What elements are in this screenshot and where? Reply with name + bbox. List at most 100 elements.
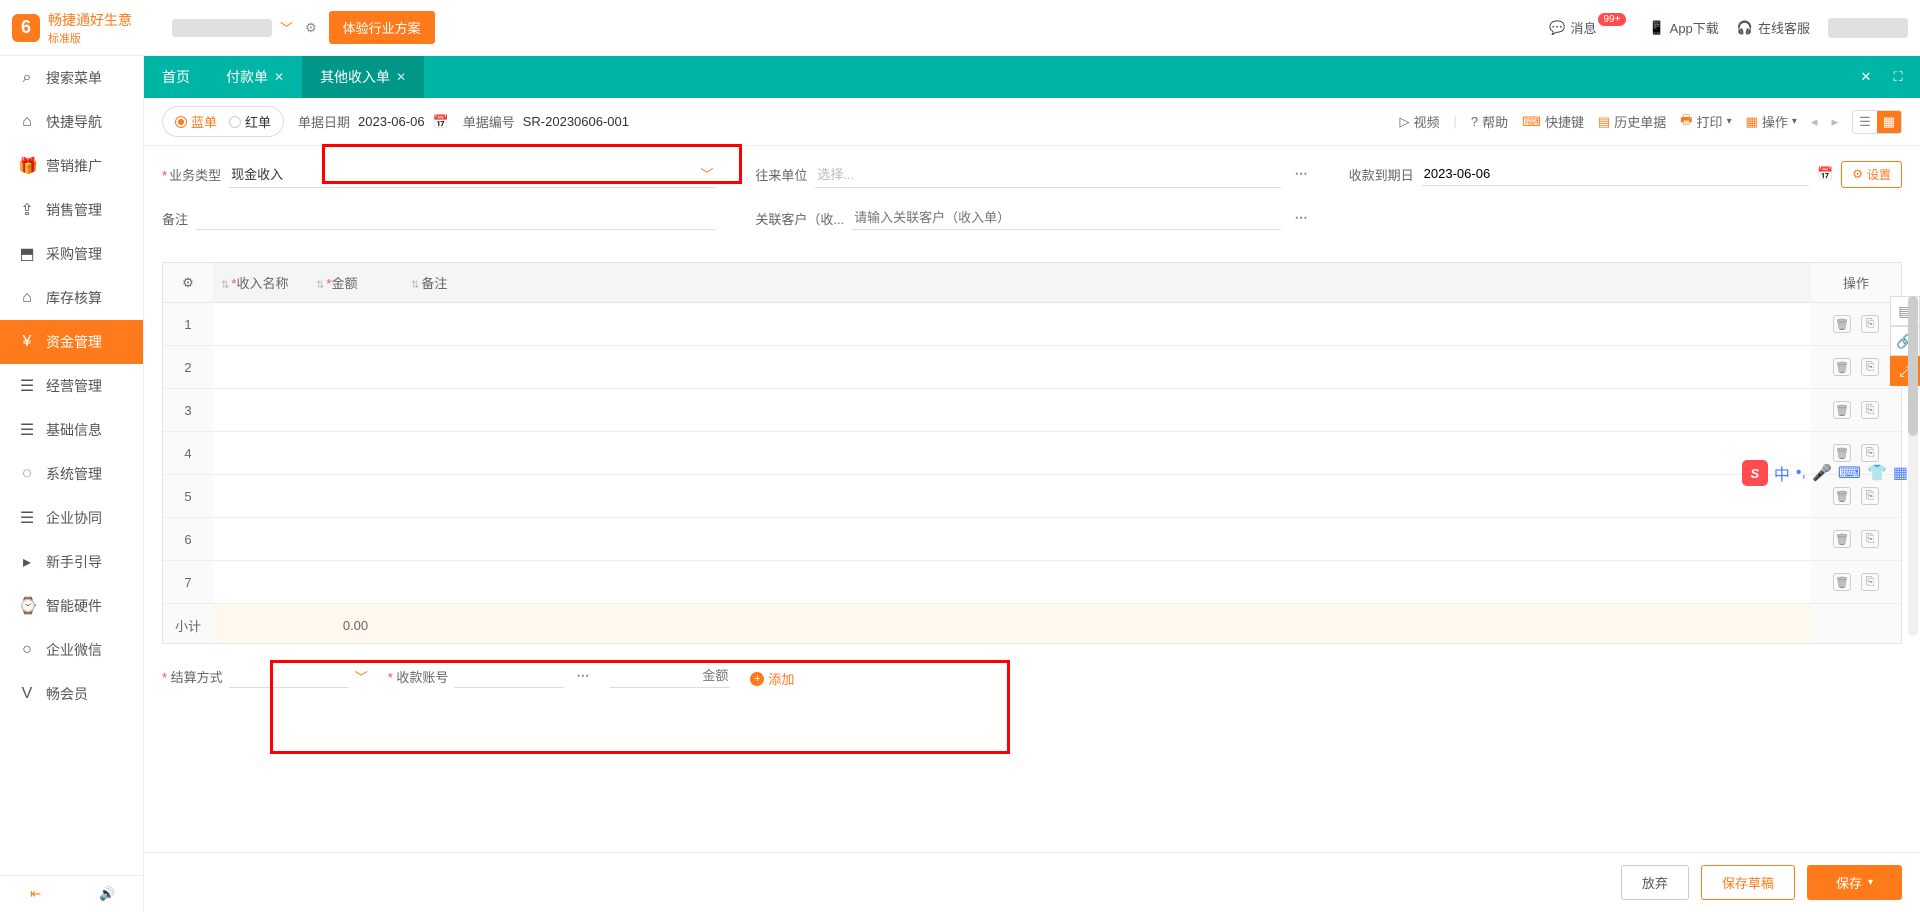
- calendar-icon[interactable]: 📅: [1817, 166, 1833, 182]
- remark-cell[interactable]: [403, 432, 1811, 475]
- copy-row-icon[interactable]: ⎘: [1861, 573, 1879, 591]
- amount-cell[interactable]: [308, 561, 403, 604]
- delete-row-icon[interactable]: 🗑: [1833, 401, 1851, 419]
- amount-cell[interactable]: [308, 346, 403, 389]
- delete-row-icon[interactable]: 🗑: [1833, 315, 1851, 333]
- ime-punct-icon[interactable]: •,: [1796, 464, 1806, 482]
- table-row[interactable]: 5🗑⎘: [163, 475, 1901, 518]
- tab-fullscreen-button[interactable]: ⛶: [1884, 63, 1912, 91]
- remark-cell[interactable]: [403, 561, 1811, 604]
- sidebar-item[interactable]: ☰基础信息: [0, 408, 143, 452]
- user-avatar[interactable]: [1828, 18, 1908, 38]
- settle-account-input[interactable]: [454, 664, 564, 688]
- sidebar-item[interactable]: ⌕搜索菜单: [0, 56, 143, 100]
- try-industry-button[interactable]: 体验行业方案: [329, 11, 435, 44]
- biz-type-select[interactable]: 现金收入 ﹀: [229, 160, 715, 188]
- income-cell[interactable]: [213, 389, 308, 432]
- sidebar-collapse-button[interactable]: ⇤: [0, 876, 72, 912]
- income-column-header[interactable]: ⇅*收入名称: [213, 263, 308, 303]
- ime-toolbox-icon[interactable]: ▦: [1893, 463, 1908, 483]
- save-draft-button[interactable]: 保存草稿: [1701, 865, 1795, 900]
- income-cell[interactable]: [213, 303, 308, 346]
- income-cell[interactable]: [213, 518, 308, 561]
- table-row[interactable]: 2🗑⎘: [163, 346, 1901, 389]
- shortcut-tool[interactable]: ⌨快捷键: [1522, 112, 1584, 131]
- scrollbar[interactable]: [1908, 296, 1918, 636]
- history-tool[interactable]: ▤历史单据: [1598, 112, 1666, 131]
- sidebar-item[interactable]: ☰经营管理: [0, 364, 143, 408]
- ime-keyboard-icon[interactable]: ⌨: [1838, 463, 1861, 483]
- due-date-input[interactable]: [1422, 162, 1809, 186]
- amount-cell[interactable]: [308, 518, 403, 561]
- settle-amount-input[interactable]: [610, 664, 730, 688]
- gear-column[interactable]: ⚙: [163, 263, 213, 303]
- gear-icon[interactable]: ⚙: [305, 20, 317, 36]
- sidebar-item[interactable]: ⌚智能硬件: [0, 584, 143, 628]
- view-grid-button[interactable]: ▦: [1877, 111, 1901, 133]
- video-tool[interactable]: ▷视频: [1400, 112, 1440, 131]
- ime-skin-icon[interactable]: 👕: [1867, 463, 1887, 483]
- ime-lang[interactable]: 中: [1774, 461, 1790, 485]
- income-cell[interactable]: [213, 475, 308, 518]
- sidebar-item[interactable]: ¥资金管理: [0, 320, 143, 364]
- help-tool[interactable]: ?帮助: [1471, 112, 1508, 131]
- ime-mic-icon[interactable]: 🎤: [1812, 463, 1832, 483]
- remark-cell[interactable]: [403, 346, 1811, 389]
- print-tool[interactable]: 🖶打印 ▾: [1680, 111, 1731, 133]
- doc-date-value[interactable]: 2023-06-06: [358, 114, 425, 129]
- amount-column-header[interactable]: ⇅*金额: [308, 263, 403, 303]
- sidebar-item[interactable]: ◌系统管理: [0, 452, 143, 496]
- customer-input[interactable]: [852, 206, 1280, 230]
- tab[interactable]: 其他收入单✕: [302, 56, 424, 98]
- calendar-icon[interactable]: 📅: [433, 114, 449, 130]
- tab[interactable]: 付款单✕: [208, 56, 302, 98]
- remark-cell[interactable]: [403, 303, 1811, 346]
- next-icon[interactable]: ▸: [1831, 114, 1838, 130]
- delete-row-icon[interactable]: 🗑: [1833, 573, 1851, 591]
- support-link[interactable]: 🎧 在线客服: [1737, 18, 1810, 37]
- ime-logo-icon[interactable]: S: [1742, 460, 1768, 486]
- app-download-link[interactable]: 📱 App下载: [1648, 18, 1718, 37]
- remark-cell[interactable]: [403, 475, 1811, 518]
- copy-row-icon[interactable]: ⎘: [1861, 530, 1879, 548]
- messages-link[interactable]: 💬 消息 99+: [1549, 18, 1630, 37]
- copy-row-icon[interactable]: ⎘: [1861, 401, 1879, 419]
- delete-row-icon[interactable]: 🗑: [1833, 358, 1851, 376]
- delete-row-icon[interactable]: 🗑: [1833, 487, 1851, 505]
- amount-cell[interactable]: [308, 389, 403, 432]
- table-row[interactable]: 3🗑⎘: [163, 389, 1901, 432]
- table-row[interactable]: 7🗑⎘: [163, 561, 1901, 604]
- tab[interactable]: 首页: [144, 56, 208, 98]
- remark-column-header[interactable]: ⇅备注: [403, 263, 1811, 303]
- discard-button[interactable]: 放弃: [1621, 865, 1689, 900]
- income-cell[interactable]: [213, 432, 308, 475]
- save-button[interactable]: 保存▾: [1807, 865, 1902, 900]
- table-row[interactable]: 1🗑⎘: [163, 303, 1901, 346]
- amount-cell[interactable]: [308, 303, 403, 346]
- add-settlement-button[interactable]: + 添加: [750, 669, 794, 688]
- income-cell[interactable]: [213, 561, 308, 604]
- tab-close-button[interactable]: ✕: [1852, 63, 1880, 91]
- more-icon[interactable]: ⋯: [1295, 210, 1309, 226]
- sidebar-item[interactable]: ⌂库存核算: [0, 276, 143, 320]
- company-selector[interactable]: ﹀: [172, 18, 293, 37]
- sidebar-item[interactable]: V畅会员: [0, 672, 143, 716]
- sidebar-item[interactable]: ⬒采购管理: [0, 232, 143, 276]
- sidebar-item[interactable]: ☰企业协同: [0, 496, 143, 540]
- income-cell[interactable]: [213, 346, 308, 389]
- radio-blue[interactable]: 蓝单: [175, 112, 217, 131]
- copy-row-icon[interactable]: ⎘: [1861, 315, 1879, 333]
- view-list-button[interactable]: ☰: [1853, 111, 1877, 133]
- remark-input[interactable]: [196, 206, 715, 230]
- remark-cell[interactable]: [403, 518, 1811, 561]
- settings-button[interactable]: ⚙设置: [1841, 161, 1902, 188]
- sidebar-item[interactable]: ⇪销售管理: [0, 188, 143, 232]
- table-row[interactable]: 6🗑⎘: [163, 518, 1901, 561]
- more-icon[interactable]: ⋯: [1295, 166, 1309, 182]
- delete-row-icon[interactable]: 🗑: [1833, 530, 1851, 548]
- sidebar-sound-button[interactable]: 🔊: [72, 876, 144, 912]
- remark-cell[interactable]: [403, 389, 1811, 432]
- copy-row-icon[interactable]: ⎘: [1861, 487, 1879, 505]
- amount-cell[interactable]: [308, 432, 403, 475]
- amount-cell[interactable]: [308, 475, 403, 518]
